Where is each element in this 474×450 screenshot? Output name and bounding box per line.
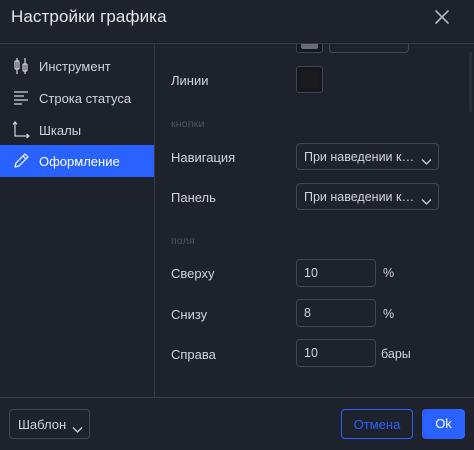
top-margin-unit: % <box>383 266 395 280</box>
buttons-section-label: кнопки <box>171 118 205 130</box>
chevron-down-icon <box>72 421 83 433</box>
right-margin-label: Справа <box>171 347 216 362</box>
appearance-panel: Линии кнопки Навигация При наведении кур… <box>155 44 474 397</box>
lines-label: Линии <box>171 73 209 88</box>
right-margin-unit: бары <box>381 347 411 361</box>
template-button-label: Шаблон <box>18 417 67 432</box>
dialog-title: Настройки графика <box>11 7 167 26</box>
ok-button[interactable]: Ok <box>422 409 465 439</box>
chevron-down-icon <box>421 193 432 205</box>
template-dropdown-button[interactable]: Шаблон <box>9 409 90 439</box>
panel-label: Панель <box>171 190 216 205</box>
sidebar-item-label: Оформление <box>39 154 120 169</box>
close-icon[interactable] <box>431 6 453 28</box>
status-line-icon <box>12 89 30 107</box>
scrollbar-thumb[interactable] <box>469 52 472 112</box>
navigation-label: Навигация <box>171 150 236 165</box>
top-margin-label: Сверху <box>171 266 215 281</box>
top-margin-value: 10 <box>304 266 318 280</box>
pencil-icon <box>12 152 30 170</box>
navigation-select[interactable]: При наведении курсора <box>296 143 439 170</box>
bottom-margin-unit: % <box>383 307 395 321</box>
scales-icon <box>12 121 30 139</box>
right-margin-value: 10 <box>304 346 318 360</box>
panel-select[interactable]: При наведении курсора <box>296 183 439 210</box>
margins-section-label: поля <box>171 235 195 247</box>
right-margin-input[interactable]: 10 <box>296 339 376 367</box>
chevron-down-icon <box>421 153 432 165</box>
sidebar-item-status-line[interactable]: Строка статуса <box>0 82 154 114</box>
chart-settings-dialog: Настройки графика Инструмент Строка стат… <box>0 0 474 450</box>
candlestick-icon <box>12 57 30 75</box>
bottom-margin-label: Снизу <box>171 307 208 322</box>
sidebar-item-instrument[interactable]: Инструмент <box>0 50 154 82</box>
lines-color-swatch[interactable] <box>296 66 323 93</box>
sidebar-item-label: Строка статуса <box>39 91 132 106</box>
cancel-button-label: Отмена <box>353 417 401 432</box>
dialog-header: Настройки графика <box>0 0 474 38</box>
navigation-select-value: При наведении курсора <box>304 150 416 164</box>
top-margin-input[interactable]: 10 <box>296 259 376 287</box>
sidebar-item-label: Инструмент <box>39 59 111 74</box>
footer-divider <box>0 397 474 398</box>
sidebar-item-scales[interactable]: Шкалы <box>0 114 154 146</box>
color-swatch[interactable] <box>296 44 323 53</box>
panel-select-value: При наведении курсора <box>304 190 416 204</box>
bottom-margin-value: 8 <box>304 306 311 320</box>
ok-button-label: Ok <box>435 416 452 431</box>
sidebar-item-appearance[interactable]: Оформление <box>0 145 154 177</box>
sidebar-item-label: Шкалы <box>39 123 82 138</box>
value-input[interactable] <box>329 44 409 53</box>
bottom-margin-input[interactable]: 8 <box>296 299 376 327</box>
cancel-button[interactable]: Отмена <box>341 409 413 439</box>
